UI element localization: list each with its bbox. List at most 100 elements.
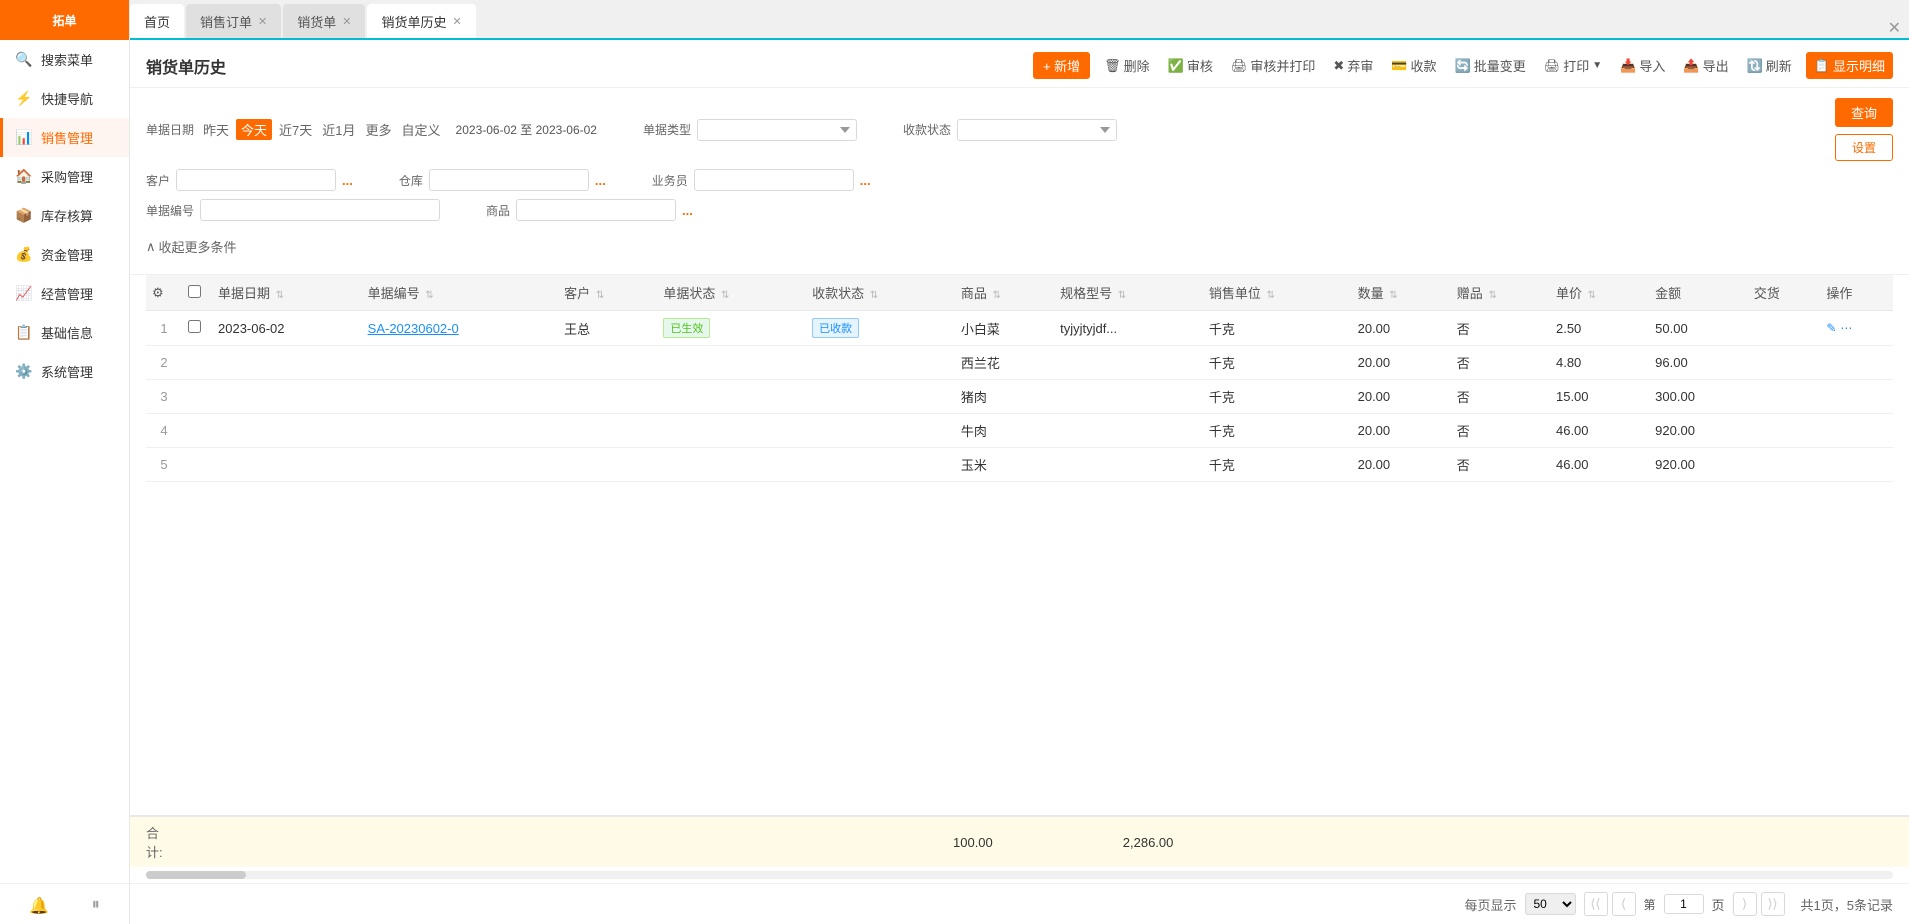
tab-sales-order[interactable]: 销售订单 ✕	[186, 4, 281, 38]
col-date[interactable]: 单据日期 ⇅	[212, 275, 362, 311]
setting-button[interactable]: 设置	[1835, 134, 1893, 161]
col-qty[interactable]: 数量 ⇅	[1352, 275, 1451, 311]
sys-mgmt-icon: ⚙️	[15, 363, 33, 381]
sidebar-item-sys-mgmt[interactable]: ⚙️ 系统管理	[0, 352, 129, 391]
sidebar-bottom-icon1[interactable]: 🔔	[29, 896, 49, 916]
col-collect-status[interactable]: 收款状态 ⇅	[806, 275, 955, 311]
col-customer[interactable]: 客户 ⇅	[558, 275, 657, 311]
doc-type-select[interactable]	[697, 119, 857, 141]
row-1-checkbox[interactable]	[188, 320, 201, 333]
export-button-label: 导出	[1703, 56, 1729, 75]
sidebar-bottom-icon2[interactable]: ⏸	[92, 896, 100, 916]
tab-sales-delivery[interactable]: 销货单 ✕	[283, 4, 365, 38]
tab-sales-delivery-close[interactable]: ✕	[342, 15, 351, 28]
customer-ellipsis[interactable]: ...	[342, 173, 353, 188]
row-collect-status-4	[806, 414, 955, 448]
last-page-button[interactable]: ⟩⟩	[1761, 892, 1785, 916]
warehouse-input[interactable]	[429, 169, 589, 191]
sidebar-item-quick-nav[interactable]: ⚡ 快捷导航	[0, 79, 129, 118]
audit-print-button[interactable]: 🖨 审核并打印	[1227, 53, 1320, 78]
page-label-text: 第	[1644, 896, 1656, 913]
abandon-button[interactable]: ✖ 弃审	[1329, 53, 1377, 78]
row-doc-status-5	[657, 448, 806, 482]
next-page-button[interactable]: ⟩	[1733, 892, 1757, 916]
refresh-icon: 🔃	[1747, 58, 1763, 74]
page-input[interactable]	[1664, 894, 1704, 914]
tab-home[interactable]: 首页	[130, 4, 184, 38]
tab-sales-order-close[interactable]: ✕	[258, 15, 267, 28]
col-doc-status[interactable]: 单据状态 ⇅	[657, 275, 806, 311]
collect-button[interactable]: 💳 收款	[1387, 53, 1440, 78]
shortcut-more[interactable]: 更多	[363, 119, 395, 140]
sidebar-item-inventory[interactable]: 📦 库存核算	[0, 196, 129, 235]
query-button[interactable]: 查询	[1835, 98, 1893, 127]
salesman-ellipsis[interactable]: ...	[860, 173, 871, 188]
col-goods[interactable]: 商品 ⇅	[955, 275, 1054, 311]
goods-input[interactable]	[516, 199, 676, 221]
warehouse-ellipsis[interactable]: ...	[595, 173, 606, 188]
goods-ellipsis[interactable]: ...	[682, 203, 693, 218]
row-qty-5: 20.00	[1352, 448, 1451, 482]
prev-page-button[interactable]: ⟨	[1612, 892, 1636, 916]
sidebar-item-purchase-mgmt[interactable]: 🏠 采购管理	[0, 157, 129, 196]
row-spec-5	[1054, 448, 1203, 482]
add-button[interactable]: + 新增	[1033, 52, 1090, 79]
shortcut-7days[interactable]: 近7天	[276, 119, 315, 140]
shortcut-custom[interactable]: 自定义	[399, 119, 444, 140]
sidebar-item-search-menu[interactable]: 🔍 搜索菜单	[0, 40, 129, 79]
qty-sort-icon: ⇅	[1389, 290, 1397, 301]
sidebar-item-operations[interactable]: 📈 经营管理	[0, 274, 129, 313]
shortcut-1month[interactable]: 近1月	[319, 119, 358, 140]
col-unit[interactable]: 销售单位 ⇅	[1203, 275, 1352, 311]
delete-button[interactable]: 🗑 删除	[1100, 53, 1154, 78]
settings-icon[interactable]: ⚙	[152, 285, 164, 300]
row-unit-2: 千克	[1203, 346, 1352, 380]
row-spec-3	[1054, 380, 1203, 414]
col-settings[interactable]: ⚙	[146, 275, 182, 311]
select-all-checkbox[interactable]	[188, 285, 201, 298]
delete-icon: 🗑	[1104, 58, 1121, 74]
row-gift-2: 否	[1451, 346, 1550, 380]
audit-button[interactable]: ✅ 审核	[1164, 53, 1217, 78]
more-button-1[interactable]: ⋯	[1840, 321, 1852, 335]
row-action-5	[1820, 448, 1893, 482]
collapse-button[interactable]: ∧ 收起更多条件	[146, 233, 1893, 260]
row-checkbox-1[interactable]	[182, 311, 212, 346]
col-spec[interactable]: 规格型号 ⇅	[1054, 275, 1203, 311]
show-detail-button[interactable]: 📋 显示明细	[1806, 52, 1893, 79]
date-shortcuts: 昨天 今天 近7天 近1月 更多 自定义	[200, 119, 444, 140]
print-button[interactable]: 🖨 打印 ▼	[1540, 53, 1606, 78]
batch-change-button[interactable]: 🔄 批量变更	[1451, 53, 1530, 78]
tab-sales-history[interactable]: 销货单历史 ✕	[367, 4, 475, 38]
shortcut-yesterday[interactable]: 昨天	[200, 119, 232, 140]
col-gift[interactable]: 赠品 ⇅	[1451, 275, 1550, 311]
refresh-button[interactable]: 🔃 刷新	[1743, 53, 1796, 78]
col-doc-no[interactable]: 单据编号 ⇅	[362, 275, 559, 311]
sidebar-item-basic-info[interactable]: 📋 基础信息	[0, 313, 129, 352]
horizontal-scrollbar[interactable]	[146, 871, 1893, 879]
edit-button-1[interactable]: ✎	[1826, 321, 1836, 335]
page-size-select[interactable]: 50 100 200	[1525, 893, 1576, 915]
row-collect-status-1: 已收款	[806, 311, 955, 346]
row-unit-price-5: 46.00	[1550, 448, 1649, 482]
doc-no-input[interactable]	[200, 199, 440, 221]
customer-input[interactable]	[176, 169, 336, 191]
sidebar-item-finance[interactable]: 💰 资金管理	[0, 235, 129, 274]
first-page-button[interactable]: ⟨⟨	[1584, 892, 1608, 916]
tab-sales-history-close[interactable]: ✕	[453, 15, 462, 28]
row-doc-no-1[interactable]: SA-20230602-0	[362, 311, 559, 346]
row-trade-2	[1748, 346, 1820, 380]
batch-change-icon: 🔄	[1455, 58, 1471, 74]
scroll-thumb[interactable]	[146, 871, 246, 879]
salesman-input[interactable]	[694, 169, 854, 191]
footer-total-amount: 2,286.00	[1123, 835, 1174, 850]
shortcut-today[interactable]: 今天	[236, 119, 272, 140]
export-button[interactable]: 📤 导出	[1679, 53, 1732, 78]
collect-status-select[interactable]	[957, 119, 1117, 141]
tabs-close-all[interactable]: ✕	[1888, 18, 1909, 38]
sidebar-item-sales-mgmt[interactable]: 📊 销售管理	[0, 118, 129, 157]
col-unit-price[interactable]: 单价 ⇅	[1550, 275, 1649, 311]
import-button[interactable]: 📥 导入	[1616, 53, 1669, 78]
row-spec-1: tyjyjtyjdf...	[1054, 311, 1203, 346]
row-checkbox-2[interactable]	[182, 346, 212, 380]
